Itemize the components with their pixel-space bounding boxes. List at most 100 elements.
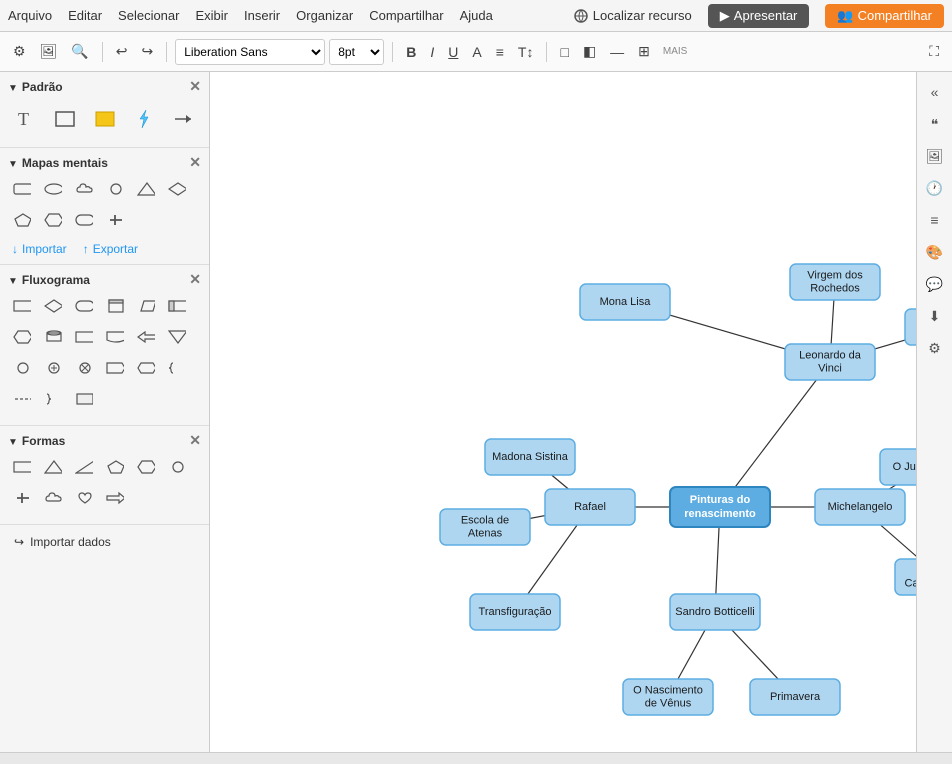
fluxo-doc[interactable]: [101, 325, 129, 353]
close-mapas[interactable]: ✕: [189, 154, 201, 171]
fluxo-shape2[interactable]: [132, 356, 160, 384]
section-header-padrao[interactable]: ▼Padrão ✕: [8, 78, 201, 95]
bold-button[interactable]: B: [401, 41, 421, 63]
underline-button[interactable]: U: [443, 41, 463, 63]
rp-color[interactable]: 🎨: [921, 238, 949, 266]
shape-diamond[interactable]: [163, 177, 191, 205]
redo-button[interactable]: ↪: [137, 40, 159, 63]
forma-tri[interactable]: [39, 455, 67, 483]
localize-button[interactable]: Localizar recurso: [573, 8, 692, 24]
align-button[interactable]: ≡: [491, 41, 509, 63]
arrow-shape[interactable]: [166, 101, 201, 137]
rp-collapse[interactable]: «: [921, 78, 949, 106]
shape-plus[interactable]: [101, 208, 129, 236]
shape-rect-r[interactable]: [8, 177, 36, 205]
fluxo-circle-plus[interactable]: [39, 356, 67, 384]
section-header-formas[interactable]: ▼Formas ✕: [8, 432, 201, 449]
shape-hexagon[interactable]: [39, 208, 67, 236]
canvas-area[interactable]: Pinturas dorenascimentoLeonardo daVinciM…: [210, 72, 916, 752]
fluxo-dash[interactable]: [8, 387, 36, 415]
menu-ajuda[interactable]: Ajuda: [460, 8, 493, 23]
font-color-button[interactable]: A: [467, 41, 486, 63]
fluxo-circle2[interactable]: [8, 356, 36, 384]
importar-button[interactable]: ↓Importar: [8, 240, 71, 258]
fluxo-rect5[interactable]: [70, 387, 98, 415]
menu-inserir[interactable]: Inserir: [244, 8, 280, 23]
close-padrao[interactable]: ✕: [189, 78, 201, 95]
shape-ellipse[interactable]: [39, 177, 67, 205]
font-family-select[interactable]: Liberation Sans: [175, 39, 325, 65]
compartilhar-top-button[interactable]: 👥 Compartilhar: [825, 4, 944, 28]
forma-pent[interactable]: [101, 455, 129, 483]
fluxo-pentagon2[interactable]: [101, 356, 129, 384]
section-header-mapas[interactable]: ▼Mapas mentais ✕: [8, 154, 201, 171]
fluxo-tri-down[interactable]: [163, 325, 191, 353]
rp-settings[interactable]: ⚙: [921, 334, 949, 362]
shape-circle[interactable]: [101, 177, 129, 205]
close-fluxo[interactable]: ✕: [189, 271, 201, 288]
fluxo-rect3[interactable]: [163, 294, 191, 322]
fluxo-brace[interactable]: [163, 356, 191, 384]
forma-plus[interactable]: [8, 486, 36, 514]
text-shape[interactable]: T: [8, 101, 43, 137]
border-button[interactable]: □: [555, 41, 573, 63]
rp-image[interactable]: 🖼: [921, 142, 949, 170]
undo-button[interactable]: ↩: [111, 40, 133, 63]
fill-button[interactable]: ◧: [578, 40, 601, 63]
rp-chat[interactable]: 💬: [921, 270, 949, 298]
yellow-rect-shape[interactable]: [87, 101, 122, 137]
menu-exibir[interactable]: Exibir: [195, 8, 228, 23]
forma-hex[interactable]: [132, 455, 160, 483]
line-color-button[interactable]: —: [605, 41, 629, 63]
menu-arquivo[interactable]: Arquivo: [8, 8, 52, 23]
shapes-icon[interactable]: ⚙: [8, 40, 31, 63]
fluxo-heptagon[interactable]: [8, 325, 36, 353]
rp-clock[interactable]: 🕐: [921, 174, 949, 202]
fluxo-diamond[interactable]: [39, 294, 67, 322]
shape-cloud[interactable]: [70, 177, 98, 205]
extra-button[interactable]: ⊞: [633, 40, 655, 63]
menu-organizar[interactable]: Organizar: [296, 8, 353, 23]
forma-circle[interactable]: [163, 455, 191, 483]
fluxo-parallelogram[interactable]: [132, 294, 160, 322]
shape-triangle[interactable]: [132, 177, 160, 205]
fluxo-arrow-left[interactable]: [132, 325, 160, 353]
rp-download[interactable]: ⬇: [921, 302, 949, 330]
svg-text:O Nascimento: O Nascimento: [633, 684, 703, 696]
exportar-button[interactable]: ↑Exportar: [79, 240, 142, 258]
fluxo-rect[interactable]: [8, 294, 36, 322]
section-header-fluxo[interactable]: ▼Fluxograma ✕: [8, 271, 201, 288]
fluxo-rect2[interactable]: [101, 294, 129, 322]
font-size-select[interactable]: 8pt: [329, 39, 384, 65]
bottom-scrollbar[interactable]: [0, 752, 952, 764]
forma-rtri[interactable]: [70, 455, 98, 483]
shape-pentagon[interactable]: [8, 208, 36, 236]
fluxo-brace2[interactable]: [39, 387, 67, 415]
menu-editar[interactable]: Editar: [68, 8, 102, 23]
forma-arrow[interactable]: [101, 486, 129, 514]
menu-compartilhar[interactable]: Compartilhar: [369, 8, 443, 23]
search-toolbar-icon[interactable]: 🔍: [66, 40, 93, 63]
text-format-button[interactable]: T↕: [513, 41, 539, 63]
apresentar-button[interactable]: ▶ Apresentar: [708, 4, 810, 28]
fluxo-circle-x[interactable]: [70, 356, 98, 384]
fluxo-drum[interactable]: [39, 325, 67, 353]
menu-selecionar[interactable]: Selecionar: [118, 8, 179, 23]
lightning-shape[interactable]: [126, 101, 161, 137]
rect-shape[interactable]: [47, 101, 82, 137]
import-data-button[interactable]: ↪ Importar dados: [8, 531, 201, 553]
rp-quote[interactable]: ❝: [921, 110, 949, 138]
forma-cloud[interactable]: [39, 486, 67, 514]
toolbar: ⚙ 🖼 🔍 ↩ ↪ Liberation Sans 8pt B I U A ≡ …: [0, 32, 952, 72]
image-icon[interactable]: 🖼: [35, 40, 63, 63]
italic-button[interactable]: I: [425, 41, 439, 63]
forma-rect[interactable]: [8, 455, 36, 483]
close-formas[interactable]: ✕: [189, 432, 201, 449]
forma-heart[interactable]: [70, 486, 98, 514]
fullscreen-button[interactable]: ⛶: [924, 40, 944, 63]
svg-text:Atenas: Atenas: [468, 527, 503, 539]
fluxo-stadium[interactable]: [70, 294, 98, 322]
fluxo-rect4[interactable]: [70, 325, 98, 353]
shape-rounded-rect2[interactable]: [70, 208, 98, 236]
rp-layers[interactable]: ≡: [921, 206, 949, 234]
